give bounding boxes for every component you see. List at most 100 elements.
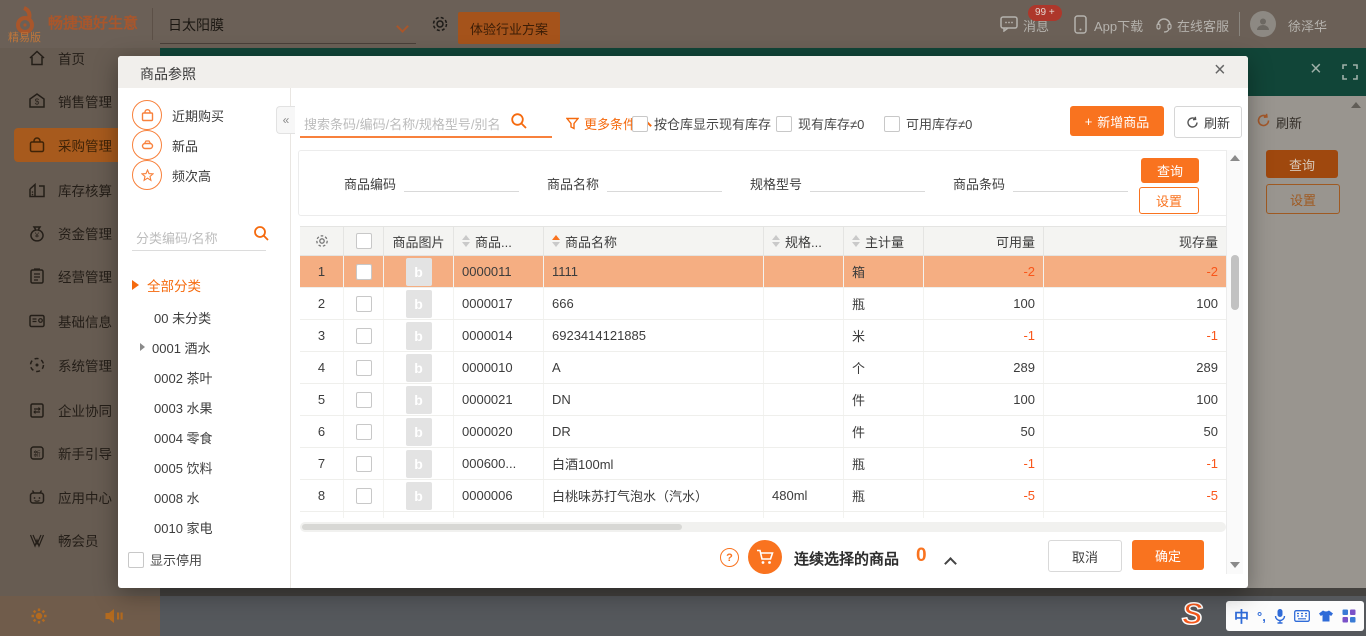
table-row[interactable]: 8 b 0000006 白桃味苏打气泡水（汽水） 480ml 瓶 -5 -5 [300,480,1226,512]
settings-button[interactable]: 设置 [1139,187,1199,214]
background-refresh-label[interactable]: 刷新 [1276,113,1302,132]
category-item[interactable]: 0010 家电 [118,512,290,542]
column-gear-icon[interactable] [315,234,329,248]
filter-name-input[interactable] [607,175,722,192]
sort-icons[interactable] [852,235,860,247]
category-item[interactable]: 0008 水 [118,482,290,512]
experience-plan-button[interactable]: 体验行业方案 [458,12,560,44]
online-service-icon[interactable] [1155,15,1173,33]
row-checkbox[interactable] [344,384,384,415]
checkbox-by-warehouse[interactable]: 按仓库显示现有库存 [632,114,771,133]
category-item[interactable]: 00 未分类 [118,302,290,332]
background-fullscreen-icon[interactable] [1342,64,1358,80]
online-service-label[interactable]: 在线客服 [1177,16,1229,35]
product-search-icon[interactable] [510,112,528,130]
table-row[interactable]: 2 b 0000017 666 瓶 100 100 [300,288,1226,320]
column-available[interactable]: 可用量 [924,227,1044,255]
scroll-down-icon[interactable] [1230,562,1240,568]
filter-spec-input[interactable] [810,175,925,192]
ime-mic-icon[interactable] [1274,608,1286,624]
column-stock[interactable]: 现存量 [1044,227,1226,255]
table-row[interactable]: 5 b 0000021 DN 件 100 100 [300,384,1226,416]
row-checkbox[interactable] [344,320,384,351]
select-all-checkbox[interactable] [344,227,384,255]
table-row[interactable]: 4 b 0000010 A 个 289 289 [300,352,1226,384]
quick-filter-new-products[interactable]: 新品 [132,130,198,160]
checkbox-box[interactable] [776,115,792,132]
category-search-input[interactable]: 分类编码/名称 [136,228,218,247]
checkbox-box[interactable] [884,115,900,132]
ime-keyboard-icon[interactable] [1293,610,1310,622]
org-chevron-down-icon[interactable] [396,18,409,36]
scrollbar-thumb[interactable] [302,524,682,530]
username[interactable]: 徐泽华 [1288,16,1327,35]
category-search-icon[interactable] [253,225,270,242]
category-item[interactable]: 0001 酒水 [118,332,290,362]
quick-filter-recent-purchase[interactable]: 近期购买 [132,100,224,130]
table-row[interactable]: 1 b 0000011 1111 箱 -2 -2 [300,256,1226,288]
footer-speaker-muted-icon[interactable] [104,607,124,625]
product-search-input[interactable]: 搜索条码/编码/名称/规格型号/别名 [304,114,500,133]
checkbox-available-nonzero[interactable]: 可用库存≠0 [884,114,972,133]
topbar-gear-icon[interactable] [431,15,449,33]
org-selector[interactable]: 日太阳膜 [168,15,224,35]
panel-collapse-icon[interactable]: « [276,106,295,134]
scrollbar-thumb[interactable] [1231,255,1239,310]
table-row[interactable]: 6 b 0000020 DR 件 50 50 [300,416,1226,448]
row-checkbox[interactable] [344,352,384,383]
table-vertical-scrollbar[interactable] [1226,150,1243,574]
filter-barcode-input[interactable] [1013,175,1128,192]
category-item[interactable]: 0005 饮料 [118,452,290,482]
modal-close-icon[interactable]: × [1214,59,1226,82]
category-item[interactable]: 0003 水果 [118,392,290,422]
sort-icons[interactable] [772,235,780,247]
column-settings[interactable] [300,227,344,255]
expand-arrow-icon[interactable] [140,343,145,351]
background-settings-button[interactable]: 设置 [1266,184,1340,214]
quick-filter-high-frequency[interactable]: 频次高 [132,160,211,190]
fold-chevron-icon[interactable] [944,555,957,573]
column-image[interactable]: 商品图片 [384,227,454,255]
sort-icons[interactable] [552,235,560,247]
messages-icon[interactable] [1000,16,1018,32]
category-item[interactable]: 0004 零食 [118,422,290,452]
app-download-icon[interactable] [1074,15,1087,34]
row-checkbox[interactable] [344,448,384,479]
footer-gear-icon[interactable] [30,607,48,625]
ime-punctuation-toggle[interactable]: °, [1257,609,1266,624]
checkbox-box[interactable] [128,551,144,568]
column-spec[interactable]: 规格... [764,227,844,255]
table-row[interactable]: 7 b 000600... 白酒100ml 瓶 -1 -1 [300,448,1226,480]
ime-skin-shirt-icon[interactable] [1318,609,1334,623]
table-row[interactable] [300,512,1226,518]
category-item[interactable]: 0002 茶叶 [118,362,290,392]
row-checkbox[interactable] [344,288,384,319]
scroll-up-icon[interactable] [1230,155,1240,161]
column-unit[interactable]: 主计量 [844,227,924,255]
row-checkbox[interactable] [344,512,384,518]
show-disabled-checkbox[interactable]: 显示停用 [128,550,202,569]
checkbox-box[interactable] [632,115,648,132]
app-download-label[interactable]: App下载 [1094,16,1143,35]
filter-code-input[interactable] [404,175,519,192]
row-checkbox[interactable] [344,416,384,447]
row-checkbox[interactable] [344,480,384,511]
add-product-button[interactable]: + 新增商品 [1070,106,1164,136]
ime-lang-toggle[interactable]: 中 [1234,606,1249,627]
sort-icons[interactable] [462,235,470,247]
background-scroll-up-icon[interactable] [1351,102,1361,108]
avatar[interactable] [1250,11,1276,37]
help-icon[interactable]: ? [720,548,739,567]
background-tab-close-icon[interactable]: × [1310,58,1322,81]
background-query-button[interactable]: 查询 [1266,150,1338,178]
row-checkbox[interactable] [344,256,384,287]
cancel-button[interactable]: 取消 [1048,540,1122,572]
table-horizontal-scrollbar[interactable] [300,522,1226,532]
ime-toolbox-grid-icon[interactable] [1342,609,1356,623]
background-refresh-icon[interactable] [1256,113,1271,128]
column-name[interactable]: 商品名称 [544,227,764,255]
checkbox-stock-nonzero[interactable]: 现有库存≠0 [776,114,864,133]
ime-sogou-logo[interactable]: S [1181,595,1203,632]
category-item-all[interactable]: 全部分类 [118,270,290,300]
confirm-button[interactable]: 确定 [1132,540,1204,570]
